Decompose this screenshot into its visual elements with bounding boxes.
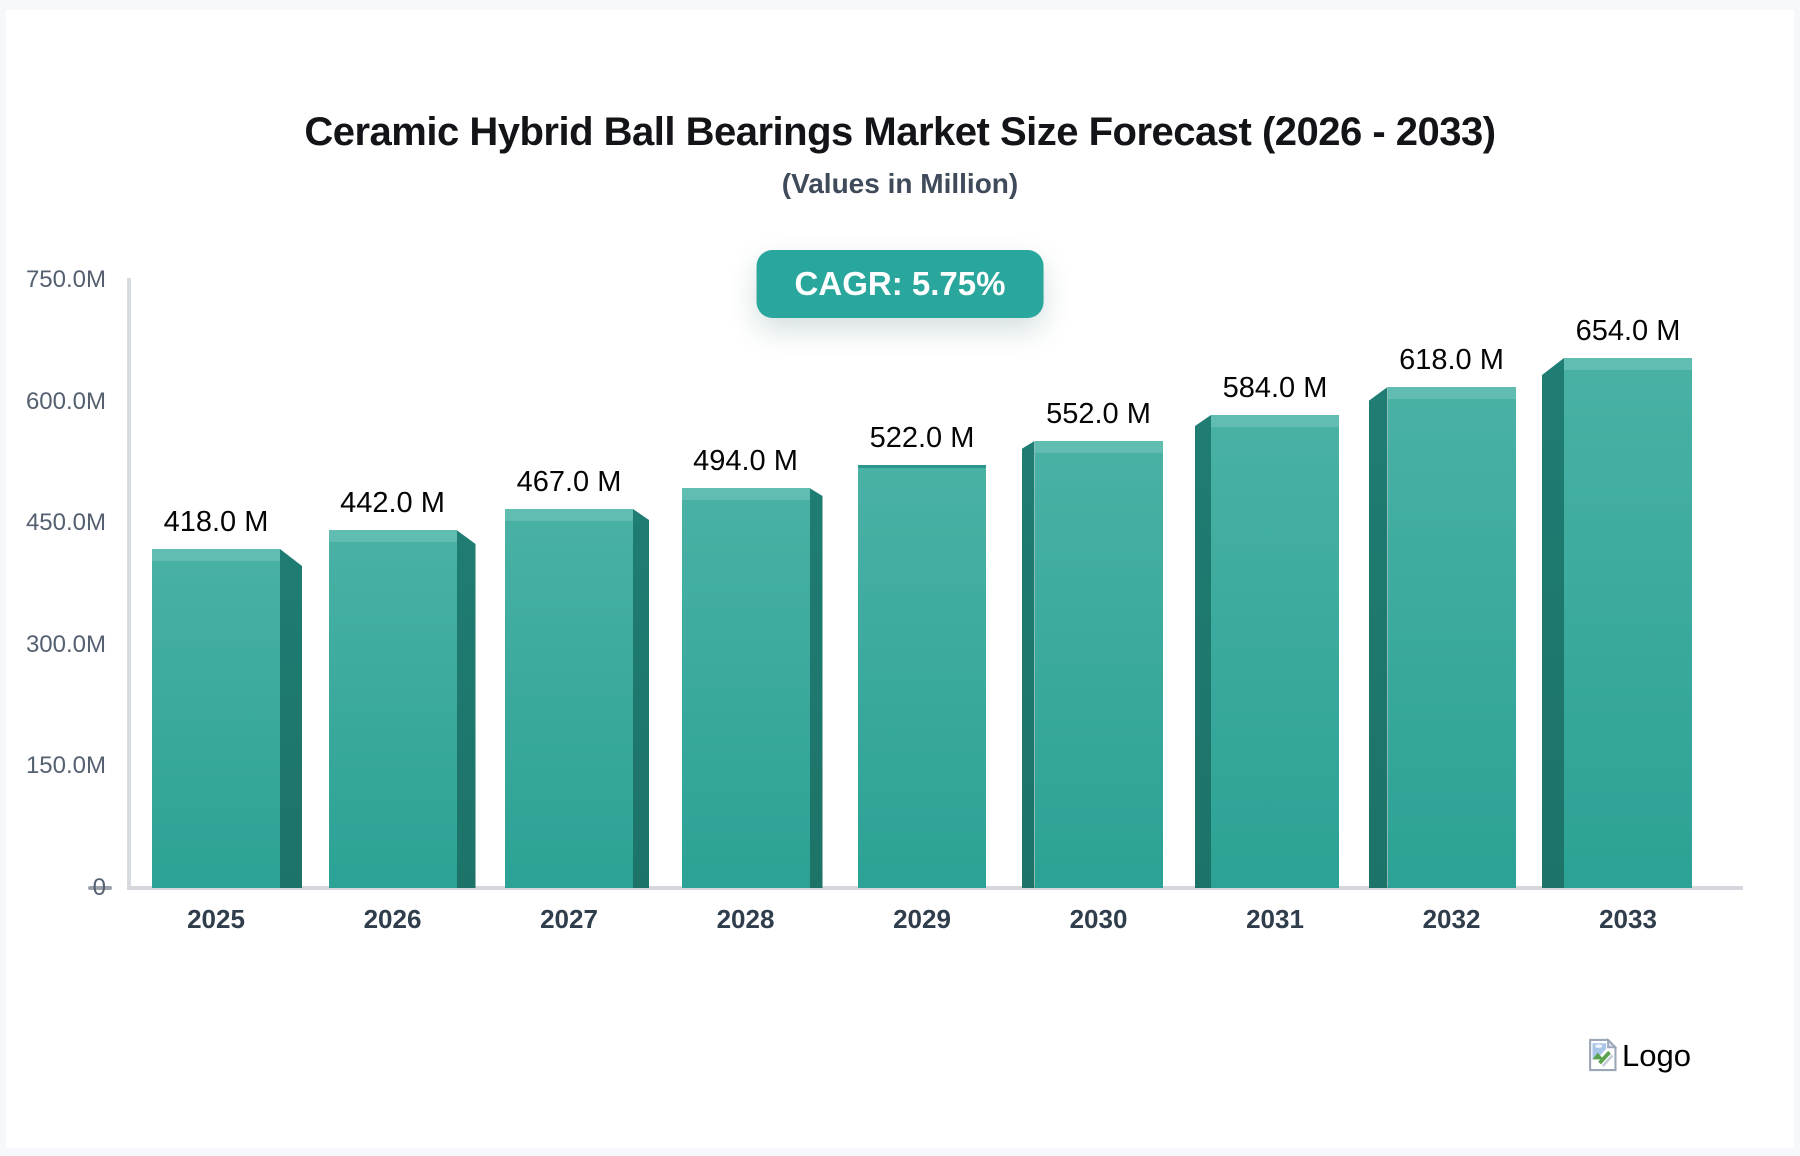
bar-value-label: 618.0 M — [1399, 344, 1504, 376]
cagr-badge: CAGR: 5.75% — [756, 250, 1044, 318]
y-axis-tick-label: 0 — [92, 874, 106, 901]
bar-side-face — [280, 549, 302, 888]
x-axis-category-label: 2028 — [716, 904, 775, 934]
bar — [505, 509, 633, 888]
x-axis-category-label: 2031 — [1246, 904, 1304, 934]
x-axis-category-label: 2033 — [1599, 904, 1657, 934]
bar-side-face — [809, 488, 823, 888]
x-axis-category-label: 2030 — [1069, 904, 1128, 934]
bar — [328, 530, 457, 888]
bar-side-face — [1368, 387, 1388, 888]
plot-area: 0 150.0M 300.0M 450.0M 600.0M 750.0M 418.0 M 20… — [6, 10, 1794, 1148]
bar — [1387, 387, 1516, 888]
bar-side-face — [1021, 441, 1035, 888]
bar — [681, 488, 810, 888]
y-axis-tick-label: 600.0M — [25, 387, 106, 415]
bar — [1211, 415, 1339, 888]
bar-top-face — [1387, 387, 1516, 399]
bar-top-face — [505, 509, 633, 521]
y-axis-tick-label: 150.0M — [25, 752, 106, 780]
x-axis-category-label: 2025 — [187, 904, 245, 934]
bar-top-face — [681, 488, 810, 500]
bar — [858, 465, 986, 888]
x-axis-category-label: 2032 — [1422, 904, 1481, 934]
y-axis-tick-label: 450.0M — [25, 509, 106, 537]
bar-top-face — [328, 530, 457, 542]
logo: Logo — [1583, 1036, 1691, 1074]
x-axis-category-label: 2029 — [893, 904, 951, 934]
bar-top-face — [1034, 441, 1163, 453]
bar-top-face — [1211, 415, 1339, 427]
broken-image-icon — [1589, 1037, 1618, 1072]
x-axis-category-label: 2026 — [363, 904, 422, 934]
chart-card: Ceramic Hybrid Ball Bearings Market Size… — [6, 10, 1794, 1148]
bar-top-face — [1564, 358, 1692, 370]
bar — [1564, 358, 1692, 888]
bar-side-face — [1542, 358, 1564, 888]
bar-side-face — [1195, 415, 1211, 888]
bar-top-face — [152, 549, 280, 561]
y-axis-line — [127, 278, 131, 888]
bar — [1034, 441, 1163, 888]
cagr-badge-label: CAGR: 5.75% — [794, 265, 1006, 302]
y-axis-tick-label: 300.0M — [25, 630, 106, 658]
y-axis-tick-label: 750.0M — [25, 266, 106, 293]
logo-alt-text: Logo — [1622, 1038, 1691, 1073]
x-axis-category-label: 2027 — [540, 904, 598, 934]
bar — [152, 549, 280, 888]
bar-side-face — [633, 509, 649, 888]
bar-side-face — [456, 530, 476, 888]
bar-value-label: 654.0 M — [1575, 315, 1681, 347]
